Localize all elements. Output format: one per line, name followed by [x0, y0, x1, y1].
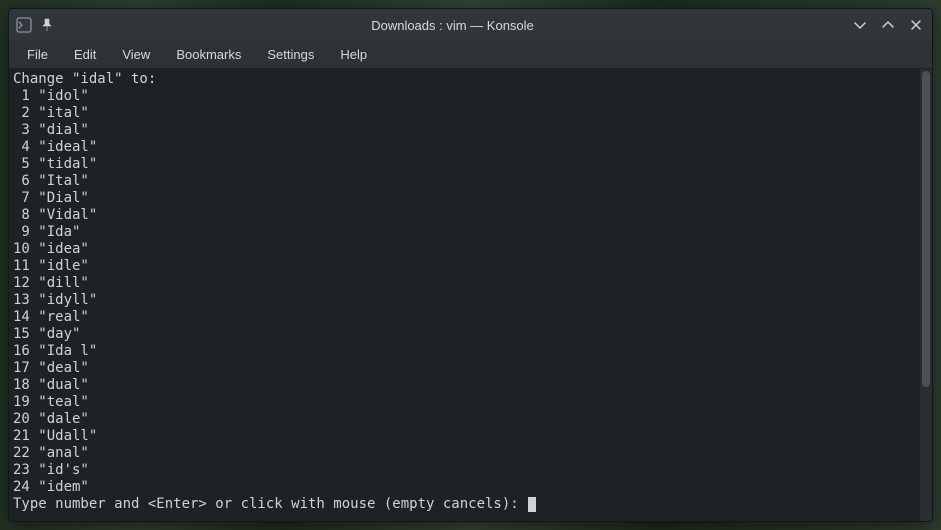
- scrollbar-thumb[interactable]: [922, 71, 930, 387]
- cursor: [528, 497, 536, 512]
- titlebar: Downloads : vim — Konsole: [9, 9, 932, 41]
- menu-settings[interactable]: Settings: [255, 43, 326, 66]
- konsole-window: Downloads : vim — Konsole File Edit View…: [8, 8, 933, 522]
- maximize-button[interactable]: [878, 15, 898, 35]
- menubar: File Edit View Bookmarks Settings Help: [9, 41, 932, 69]
- app-menu-icon[interactable]: [15, 16, 33, 34]
- pin-icon[interactable]: [39, 17, 55, 33]
- menu-edit[interactable]: Edit: [62, 43, 108, 66]
- menu-view[interactable]: View: [110, 43, 162, 66]
- terminal-area: Change "idal" to: 1 "idol" 2 "ital" 3 "d…: [9, 69, 932, 521]
- window-title: Downloads : vim — Konsole: [55, 18, 850, 33]
- close-button[interactable]: [906, 15, 926, 35]
- terminal[interactable]: Change "idal" to: 1 "idol" 2 "ital" 3 "d…: [9, 69, 920, 521]
- minimize-button[interactable]: [850, 15, 870, 35]
- scrollbar[interactable]: [920, 69, 932, 521]
- menu-help[interactable]: Help: [328, 43, 379, 66]
- menu-bookmarks[interactable]: Bookmarks: [164, 43, 253, 66]
- menu-file[interactable]: File: [15, 43, 60, 66]
